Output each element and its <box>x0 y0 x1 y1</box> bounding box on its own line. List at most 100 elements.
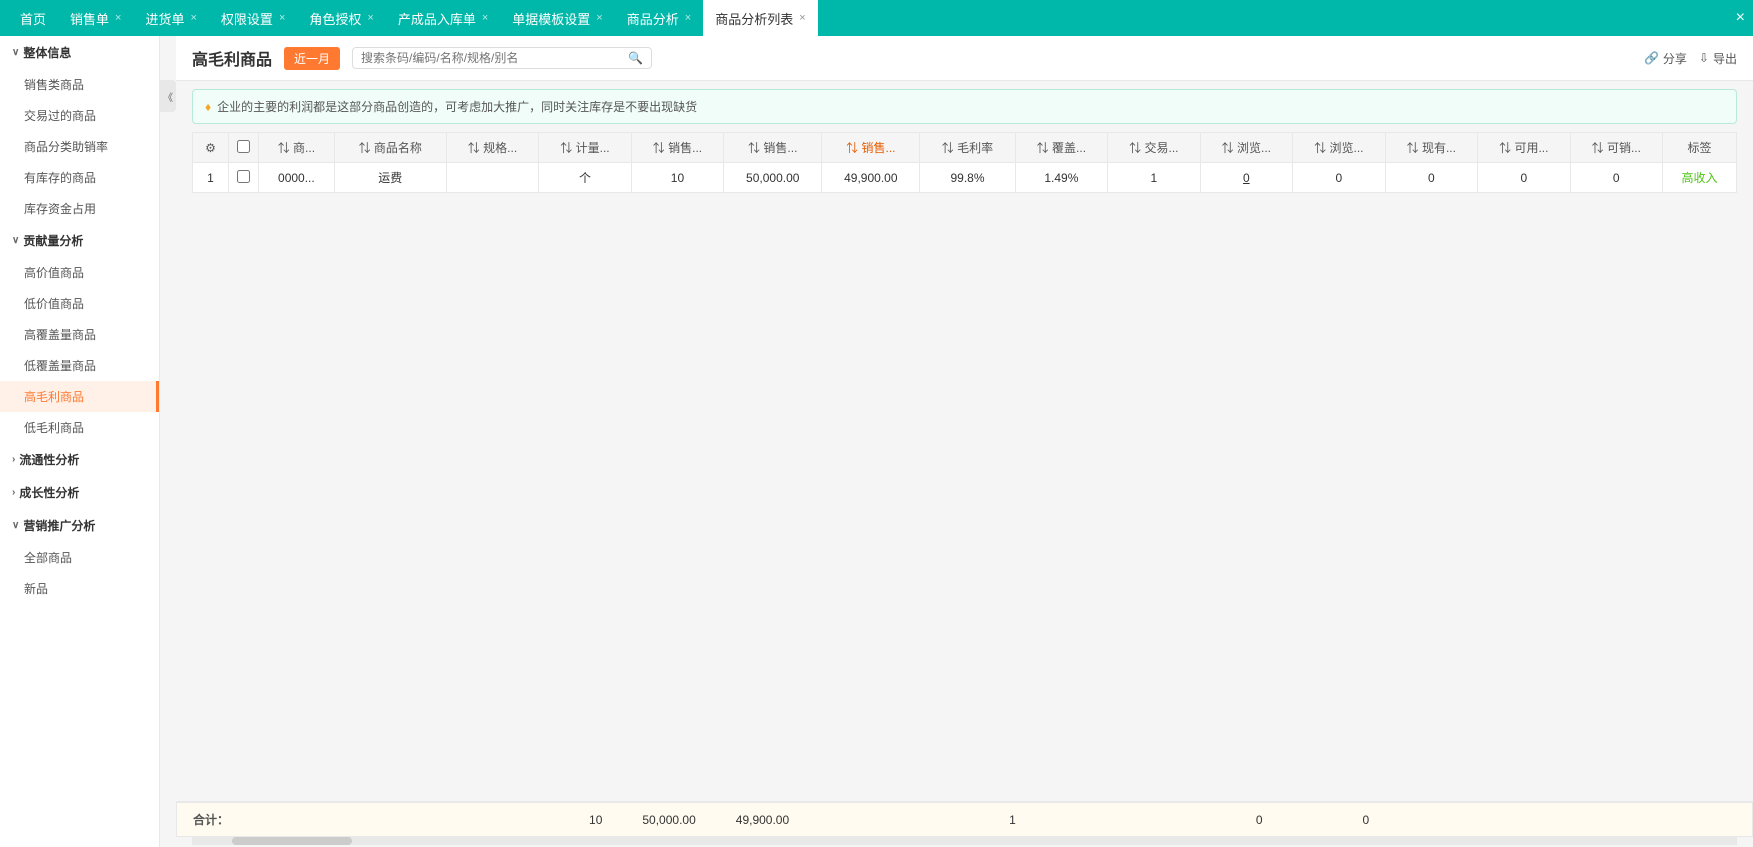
table-container[interactable]: ⚙ ⇅ 商... ⇅ 商品名称 ⇅ 规格... ⇅ 计量... ⇅ 销售... … <box>192 132 1737 801</box>
col-unit[interactable]: ⇅ 计量... <box>539 133 631 163</box>
sort-icon: ⇅ <box>1037 141 1049 155</box>
sidebar-item-low-margin[interactable]: 低毛利商品 <box>0 412 159 443</box>
col-browse2[interactable]: ⇅ 浏览... <box>1293 133 1385 163</box>
sidebar-item-sales-goods[interactable]: 销售类商品 <box>0 69 159 100</box>
horizontal-scrollbar[interactable] <box>192 837 1737 845</box>
close-icon[interactable]: × <box>367 12 373 24</box>
sort-icon: ⇅ <box>1592 141 1604 155</box>
row-sales1: 10 <box>631 163 723 193</box>
period-button[interactable]: 近一月 <box>284 47 340 70</box>
nav-product-analysis[interactable]: 商品分析 × <box>615 0 703 36</box>
search-input[interactable] <box>361 51 628 65</box>
row-name: 运费 <box>334 163 446 193</box>
sort-icon: ⇅ <box>653 141 665 155</box>
col-settings[interactable]: ⚙ <box>193 133 229 163</box>
close-all-button[interactable]: × <box>1736 9 1745 27</box>
row-available: 0 <box>1478 163 1570 193</box>
col-current[interactable]: ⇅ 现有... <box>1385 133 1477 163</box>
settings-icon[interactable]: ⚙ <box>205 141 216 155</box>
sidebar-item-high-margin[interactable]: 高毛利商品 <box>0 381 159 412</box>
col-name[interactable]: ⇅ 商品名称 <box>334 133 446 163</box>
sidebar-group-contribution[interactable]: ∨ 贡献量分析 <box>0 224 159 257</box>
close-icon[interactable]: × <box>279 12 285 24</box>
close-icon[interactable]: × <box>482 12 488 24</box>
sidebar-item-stock-capital[interactable]: 库存资金占用 <box>0 193 159 224</box>
sidebar-item-category-sales-rate[interactable]: 商品分类助销率 <box>0 131 159 162</box>
sidebar-item-high-value[interactable]: 高价值商品 <box>0 257 159 288</box>
sidebar-item-low-value[interactable]: 低价值商品 <box>0 288 159 319</box>
share-icon: 🔗 <box>1644 51 1659 65</box>
col-sales2[interactable]: ⇅ 销售... <box>724 133 822 163</box>
nav-home[interactable]: 首页 <box>8 0 58 36</box>
sort-icon: ⇅ <box>468 141 480 155</box>
page-title: 高毛利商品 <box>192 46 272 70</box>
sidebar-item-low-coverage[interactable]: 低覆盖量商品 <box>0 350 159 381</box>
browse1-link[interactable]: 0 <box>1243 171 1250 185</box>
footer-label: 合计： <box>193 811 229 828</box>
col-checkbox[interactable] <box>229 133 259 163</box>
export-icon: ⇩ <box>1699 51 1709 65</box>
table-footer: 合计： 10 50,000.00 49,900.00 1 0 0 <box>176 801 1753 837</box>
table-row: 1 0000... 运费 个 10 50,000.00 49,900.00 99… <box>193 163 1737 193</box>
sidebar-group-marketing[interactable]: ∨ 营销推广分析 <box>0 509 159 542</box>
sidebar-group-liquidity[interactable]: › 流通性分析 <box>0 443 159 476</box>
share-button[interactable]: 🔗 分享 <box>1644 50 1687 67</box>
col-sales1[interactable]: ⇅ 销售... <box>631 133 723 163</box>
col-gross-rate[interactable]: ⇅ 毛利率 <box>920 133 1015 163</box>
row-browse1[interactable]: 0 <box>1200 163 1292 193</box>
footer-current: 0 <box>1256 813 1263 827</box>
col-tag[interactable]: 标签 <box>1663 133 1737 163</box>
row-checkbox[interactable] <box>229 163 259 193</box>
nav-purchase[interactable]: 进货单 × <box>133 0 208 36</box>
nav-template[interactable]: 单据模板设置 × <box>500 0 614 36</box>
data-table: ⚙ ⇅ 商... ⇅ 商品名称 ⇅ 规格... ⇅ 计量... ⇅ 销售... … <box>192 132 1737 193</box>
row-tag: 高收入 <box>1663 163 1737 193</box>
top-navigation: 首页 销售单 × 进货单 × 权限设置 × 角色授权 × 产成品入库单 × 单据… <box>0 0 1753 36</box>
arrow-icon: ∨ <box>12 235 19 246</box>
row-unit: 个 <box>539 163 631 193</box>
close-icon[interactable]: × <box>115 12 121 24</box>
row-browse2: 0 <box>1293 163 1385 193</box>
nav-role[interactable]: 角色授权 × <box>297 0 385 36</box>
arrow-icon: › <box>12 487 15 498</box>
row-current: 0 <box>1385 163 1477 193</box>
col-coverage[interactable]: ⇅ 覆盖... <box>1015 133 1107 163</box>
col-transaction[interactable]: ⇅ 交易... <box>1108 133 1200 163</box>
sidebar-item-high-coverage[interactable]: 高覆盖量商品 <box>0 319 159 350</box>
search-box: 🔍 <box>352 47 652 69</box>
nav-product-entry[interactable]: 产成品入库单 × <box>386 0 500 36</box>
row-saleable: 0 <box>1570 163 1662 193</box>
select-all-checkbox[interactable] <box>237 140 250 153</box>
row-code: 0000... <box>259 163 335 193</box>
sidebar-group-growth[interactable]: › 成长性分析 <box>0 476 159 509</box>
search-icon[interactable]: 🔍 <box>628 51 643 65</box>
col-saleable[interactable]: ⇅ 可销... <box>1570 133 1662 163</box>
sort-icon: ⇅ <box>748 141 760 155</box>
close-icon[interactable]: × <box>685 12 691 24</box>
col-sales3[interactable]: ⇅ 销售... <box>822 133 920 163</box>
sidebar-item-new-goods[interactable]: 新品 <box>0 573 159 604</box>
row-transaction: 1 <box>1108 163 1200 193</box>
col-code[interactable]: ⇅ 商... <box>259 133 335 163</box>
sort-icon: ⇅ <box>1314 141 1326 155</box>
scrollbar-thumb[interactable] <box>232 837 352 845</box>
row-coverage: 1.49% <box>1015 163 1107 193</box>
close-icon[interactable]: × <box>799 12 805 24</box>
sidebar-collapse-button[interactable]: 《 <box>160 80 176 112</box>
nav-product-analysis-list[interactable]: 商品分析列表 × <box>703 0 817 36</box>
close-icon[interactable]: × <box>190 12 196 24</box>
row-sales2: 50,000.00 <box>724 163 822 193</box>
sidebar-item-traded-goods[interactable]: 交易过的商品 <box>0 100 159 131</box>
row-check[interactable] <box>237 170 250 183</box>
sidebar-item-in-stock[interactable]: 有库存的商品 <box>0 162 159 193</box>
nav-permission[interactable]: 权限设置 × <box>209 0 297 36</box>
footer-sales3: 49,900.00 <box>736 813 789 827</box>
export-button[interactable]: ⇩ 导出 <box>1699 50 1737 67</box>
col-available[interactable]: ⇅ 可用... <box>1478 133 1570 163</box>
close-icon[interactable]: × <box>596 12 602 24</box>
nav-sales[interactable]: 销售单 × <box>58 0 133 36</box>
sidebar-item-all-goods[interactable]: 全部商品 <box>0 542 159 573</box>
col-browse1[interactable]: ⇅ 浏览... <box>1200 133 1292 163</box>
col-spec[interactable]: ⇅ 规格... <box>446 133 538 163</box>
sidebar-group-overall[interactable]: ∨ 整体信息 <box>0 36 159 69</box>
